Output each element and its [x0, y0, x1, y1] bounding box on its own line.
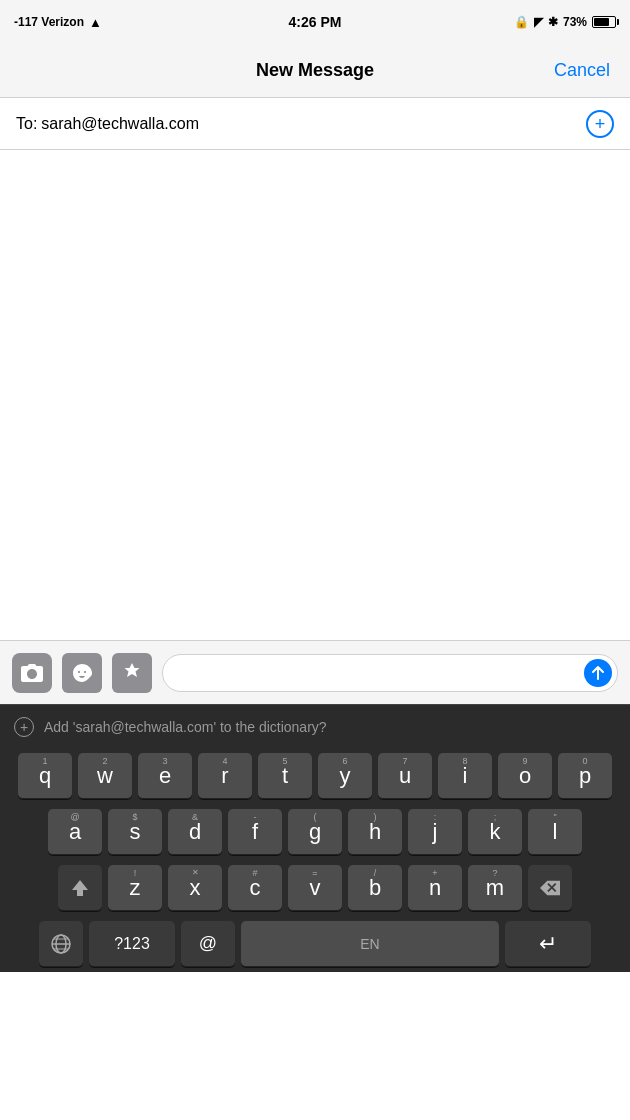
- status-left: -117 Verizon ▲: [14, 15, 102, 30]
- message-input[interactable]: [162, 654, 618, 692]
- dict-plus-icon: +: [14, 717, 34, 737]
- key-s[interactable]: $s: [108, 809, 162, 855]
- key-w[interactable]: 2w: [78, 753, 132, 799]
- keyboard-row-2: @a $s &d -f (g )h :j ;k "l: [0, 804, 630, 860]
- location-icon: ◤: [534, 15, 543, 29]
- status-right: 🔒 ◤ ✱ 73%: [514, 15, 616, 29]
- keyboard-row-3: !z ✕x #c =v /b +n ?m: [0, 860, 630, 916]
- shift-key[interactable]: [58, 865, 102, 911]
- globe-key[interactable]: [39, 921, 83, 967]
- key-l[interactable]: "l: [528, 809, 582, 855]
- keyboard-row-4: ?123 @ EN ↵: [0, 916, 630, 972]
- key-z[interactable]: !z: [108, 865, 162, 911]
- key-d[interactable]: &d: [168, 809, 222, 855]
- sticker-button[interactable]: [62, 653, 102, 693]
- to-field[interactable]: To: sarah@techwalla.com +: [0, 98, 630, 150]
- key-q[interactable]: 1q: [18, 753, 72, 799]
- to-value: sarah@techwalla.com: [41, 115, 586, 133]
- status-time: 4:26 PM: [289, 14, 342, 30]
- delete-key[interactable]: [528, 865, 572, 911]
- key-c[interactable]: #c: [228, 865, 282, 911]
- nav-bar: New Message Cancel: [0, 44, 630, 98]
- at-key[interactable]: @: [181, 921, 235, 967]
- key-o[interactable]: 9o: [498, 753, 552, 799]
- key-r[interactable]: 4r: [198, 753, 252, 799]
- keyboard: 1q 2w 3e 4r 5t 6y 7u 8i 9o 0p @a $s &d -…: [0, 748, 630, 972]
- dict-suggestion-text: Add 'sarah@techwalla.com' to the diction…: [44, 719, 327, 735]
- key-x[interactable]: ✕x: [168, 865, 222, 911]
- wifi-icon: ▲: [89, 15, 102, 30]
- battery-fill: [594, 18, 609, 26]
- app-store-button[interactable]: [112, 653, 152, 693]
- key-y[interactable]: 6y: [318, 753, 372, 799]
- bottom-toolbar: [0, 640, 630, 704]
- key-v[interactable]: =v: [288, 865, 342, 911]
- to-label: To:: [16, 115, 37, 133]
- key-h[interactable]: )h: [348, 809, 402, 855]
- key-n[interactable]: +n: [408, 865, 462, 911]
- message-body[interactable]: [0, 150, 630, 640]
- cancel-button[interactable]: Cancel: [554, 60, 610, 81]
- battery-icon: [592, 16, 616, 28]
- nav-title: New Message: [256, 60, 374, 81]
- key-t[interactable]: 5t: [258, 753, 312, 799]
- key-m[interactable]: ?m: [468, 865, 522, 911]
- num-key[interactable]: ?123: [89, 921, 175, 967]
- send-button[interactable]: [584, 659, 612, 687]
- key-b[interactable]: /b: [348, 865, 402, 911]
- key-i[interactable]: 8i: [438, 753, 492, 799]
- key-f[interactable]: -f: [228, 809, 282, 855]
- key-p[interactable]: 0p: [558, 753, 612, 799]
- dictionary-suggestion[interactable]: + Add 'sarah@techwalla.com' to the dicti…: [0, 704, 630, 748]
- keyboard-row-1: 1q 2w 3e 4r 5t 6y 7u 8i 9o 0p: [0, 748, 630, 804]
- lock-icon: 🔒: [514, 15, 529, 29]
- battery-percent: 73%: [563, 15, 587, 29]
- key-g[interactable]: (g: [288, 809, 342, 855]
- key-u[interactable]: 7u: [378, 753, 432, 799]
- bluetooth-icon: ✱: [548, 15, 558, 29]
- camera-button[interactable]: [12, 653, 52, 693]
- key-a[interactable]: @a: [48, 809, 102, 855]
- status-bar: -117 Verizon ▲ 4:26 PM 🔒 ◤ ✱ 73%: [0, 0, 630, 44]
- key-e[interactable]: 3e: [138, 753, 192, 799]
- add-recipient-button[interactable]: +: [586, 110, 614, 138]
- key-k[interactable]: ;k: [468, 809, 522, 855]
- carrier-text: -117 Verizon: [14, 15, 84, 29]
- key-j[interactable]: :j: [408, 809, 462, 855]
- space-key[interactable]: EN: [241, 921, 499, 967]
- return-key[interactable]: ↵: [505, 921, 591, 967]
